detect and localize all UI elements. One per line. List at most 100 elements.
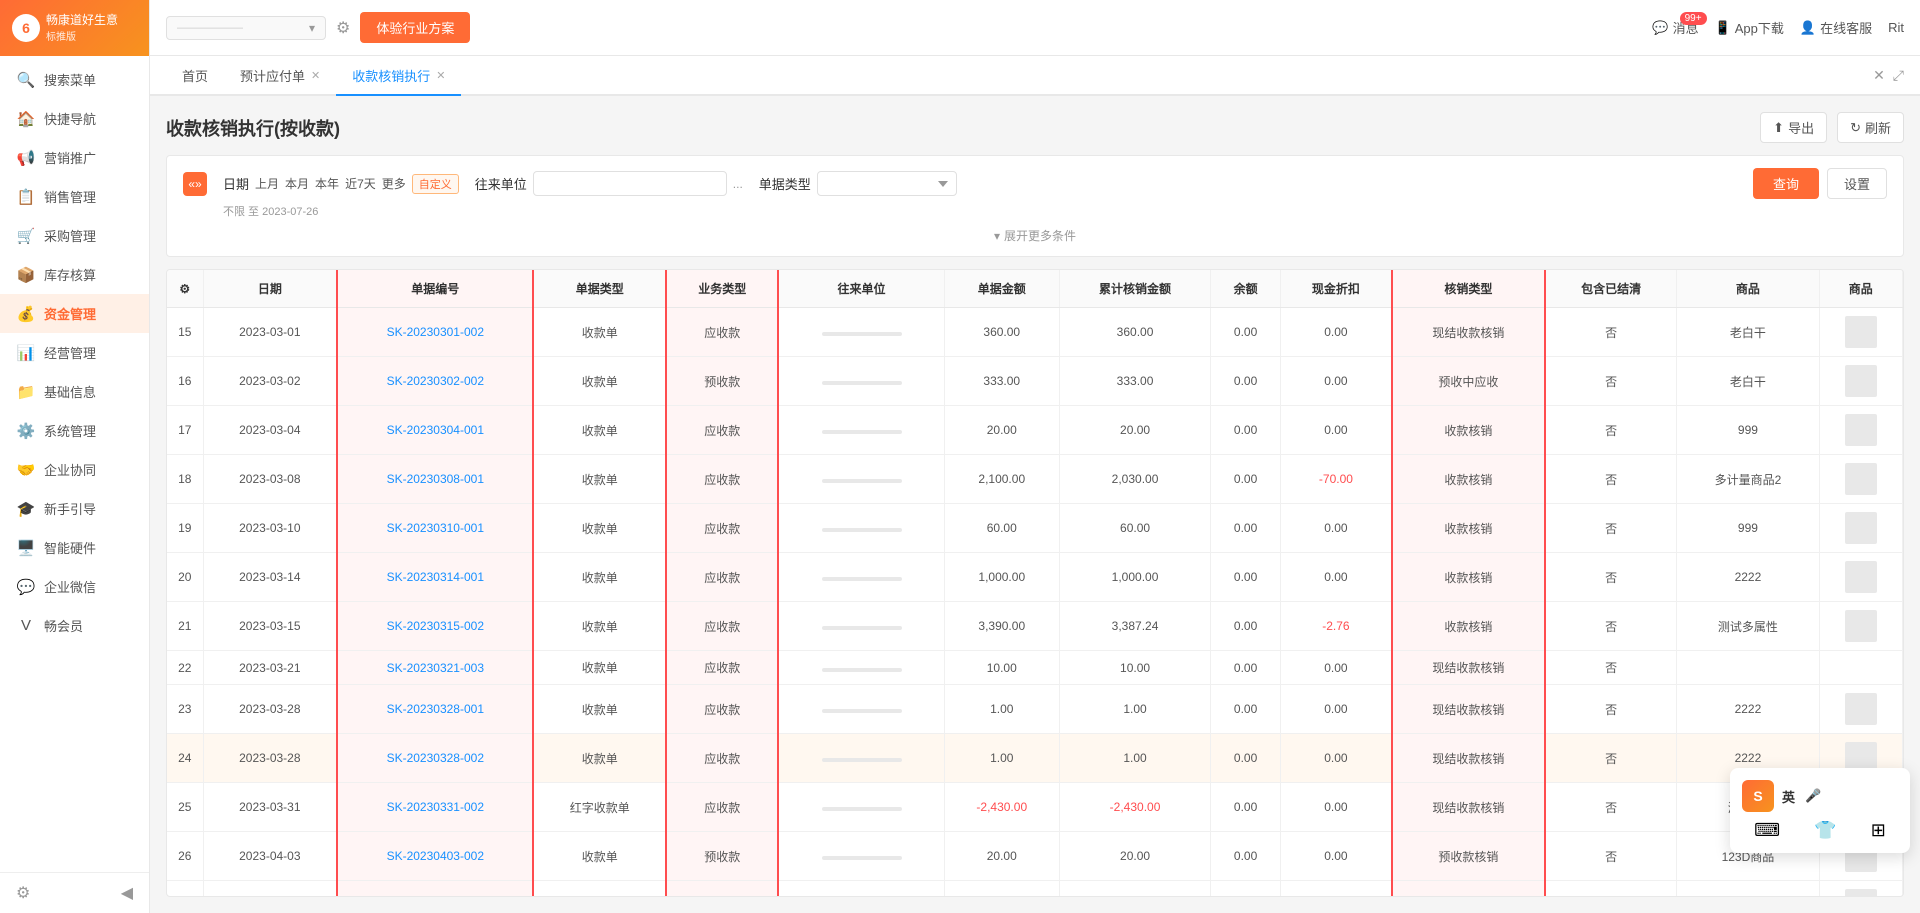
tab-close-pre-orders[interactable]: ✕ — [311, 69, 320, 82]
cell-partner-1 — [778, 357, 944, 406]
table-row: 17 2023-03-04 SK-20230304-001 收款单 应收款 20… — [167, 406, 1903, 455]
bill-no-link-4[interactable]: SK-20230310-001 — [387, 521, 484, 535]
cell-biz-type-8: 应收款 — [666, 685, 778, 734]
expand-tab-btn[interactable]: ⤢ — [1893, 67, 1904, 84]
table-row: 15 2023-03-01 SK-20230301-002 收款单 应收款 36… — [167, 308, 1903, 357]
sidebar-item-finance[interactable]: 💰资金管理 — [0, 294, 149, 333]
cell-included-2: 否 — [1545, 406, 1677, 455]
sidebar-item-sales[interactable]: 📋销售管理 — [0, 177, 149, 216]
cell-id-8: 23 — [167, 685, 203, 734]
bill-no-link-2[interactable]: SK-20230304-001 — [387, 423, 484, 437]
message-btn[interactable]: 💬 消息 99+ — [1652, 18, 1698, 37]
table-row: 19 2023-03-10 SK-20230310-001 收款单 应收款 60… — [167, 504, 1903, 553]
sidebar-item-quick-nav[interactable]: 🏠快捷导航 — [0, 99, 149, 138]
bill-type-label: 单据类型 — [759, 174, 811, 193]
refresh-btn[interactable]: ↻ 刷新 — [1837, 112, 1904, 143]
sidebar-item-inventory[interactable]: 📦库存核算 — [0, 255, 149, 294]
bill-no-link-11[interactable]: SK-20230403-002 — [387, 849, 484, 863]
main-area: —————— ▾ ⚙ 体验行业方案 💬 消息 99+ 📱 App下载 👤 在线客… — [150, 0, 1920, 913]
cell-bill-type-10: 红字收款单 — [533, 783, 666, 832]
cell-included-1: 否 — [1545, 357, 1677, 406]
sidebar-item-operation[interactable]: 📊经营管理 — [0, 333, 149, 372]
more-dates-btn[interactable]: 更多 — [382, 175, 406, 192]
sidebar-item-member[interactable]: V畅会员 — [0, 606, 149, 645]
cell-bill-type-7: 收款单 — [533, 651, 666, 685]
bill-no-link-0[interactable]: SK-20230301-002 — [387, 325, 484, 339]
export-btn[interactable]: ⬆ 导出 — [1760, 112, 1827, 143]
cell-id-9: 24 — [167, 734, 203, 783]
collapse-icon[interactable]: ◀ — [121, 883, 133, 903]
cell-verify-type-8: 现结收款核销 — [1392, 685, 1545, 734]
gear-icon[interactable]: ⚙ — [336, 18, 350, 38]
bill-no-link-3[interactable]: SK-20230308-001 — [387, 472, 484, 486]
settings-icon[interactable]: ⚙ — [16, 883, 30, 903]
bill-no-link-6[interactable]: SK-20230315-002 — [387, 619, 484, 633]
tab-home[interactable]: 首页 — [166, 56, 224, 96]
close-tab-btn[interactable]: ✕ — [1873, 67, 1885, 84]
solution-btn[interactable]: 体验行业方案 — [360, 12, 470, 43]
partner-input[interactable] — [533, 171, 727, 196]
cell-discount-11: 0.00 — [1280, 832, 1391, 881]
last-7-days-btn[interactable]: 近7天 — [345, 175, 376, 192]
sidebar-item-system[interactable]: ⚙️系统管理 — [0, 411, 149, 450]
cell-product1-0: 老白干 — [1677, 308, 1819, 357]
sidebar-item-wechat[interactable]: 💬企业微信 — [0, 567, 149, 606]
expand-conditions-btn[interactable]: ▾ 展开更多条件 — [994, 227, 1076, 244]
sidebar-item-hardware[interactable]: 🖥️智能硬件 — [0, 528, 149, 567]
bill-no-link-10[interactable]: SK-20230331-002 — [387, 800, 484, 814]
message-icon: 💬 — [1652, 20, 1668, 36]
sidebar-label-hardware: 智能硬件 — [44, 538, 96, 557]
this-year-btn[interactable]: 本年 — [315, 175, 339, 192]
cell-balance-10: 0.00 — [1211, 783, 1281, 832]
cell-verified-6: 3,387.24 — [1059, 602, 1210, 651]
app-download-btn[interactable]: 📱 App下载 — [1715, 18, 1784, 37]
bill-type-select[interactable] — [817, 171, 957, 196]
partner-filter: 往来单位 ... — [475, 171, 743, 196]
cell-verify-type-7: 现结收款核销 — [1392, 651, 1545, 685]
shirt-icon[interactable]: 👕 — [1814, 820, 1836, 841]
table-row: 23 2023-03-28 SK-20230328-001 收款单 应收款 1.… — [167, 685, 1903, 734]
setting-btn[interactable]: 设置 — [1827, 168, 1887, 199]
sidebar-item-basic[interactable]: 📁基础信息 — [0, 372, 149, 411]
bill-no-link-7[interactable]: SK-20230321-003 — [387, 661, 484, 675]
sidebar-item-marketing[interactable]: 📢营销推广 — [0, 138, 149, 177]
table-wrapper[interactable]: ⚙ 日期 单据编号 单据类型 业务类型 往来单位 单据金额 累计核销金额 余额 … — [167, 270, 1903, 896]
service-icon: 👤 — [1800, 20, 1816, 36]
grid-icon[interactable]: ⊞ — [1871, 820, 1886, 841]
bill-no-link-1[interactable]: SK-20230302-002 — [387, 374, 484, 388]
bill-no-link-9[interactable]: SK-20230328-002 — [387, 751, 484, 765]
query-btn[interactable]: 查询 — [1753, 168, 1819, 199]
sidebar-item-search[interactable]: 🔍搜索菜单 — [0, 60, 149, 99]
app-selector[interactable]: —————— ▾ — [166, 16, 326, 40]
custom-date-btn[interactable]: 自定义 — [412, 174, 459, 194]
tab-pre-orders[interactable]: 预计应付单✕ — [224, 56, 336, 96]
bill-no-link-5[interactable]: SK-20230314-001 — [387, 570, 484, 584]
cell-date-0: 2023-03-01 — [203, 308, 337, 357]
cell-partner-11 — [778, 832, 944, 881]
keyboard-icon[interactable]: ⌨ — [1754, 820, 1780, 841]
online-service-btn[interactable]: 👤 在线客服 — [1800, 18, 1872, 37]
sidebar-item-purchase[interactable]: 🛒采购管理 — [0, 216, 149, 255]
message-badge: 99+ — [1680, 12, 1707, 25]
cell-biz-type-2: 应收款 — [666, 406, 778, 455]
sidebar-item-guide[interactable]: 🎓新手引导 — [0, 489, 149, 528]
cell-discount-7: 0.00 — [1280, 651, 1391, 685]
this-month-btn[interactable]: 本月 — [285, 175, 309, 192]
filter-collapse-btn[interactable]: «» — [183, 172, 207, 196]
sidebar-item-cooperation[interactable]: 🤝企业协同 — [0, 450, 149, 489]
partner-more[interactable]: ... — [733, 177, 743, 191]
cell-verified-2: 20.00 — [1059, 406, 1210, 455]
sidebar-icon-member: V — [16, 617, 36, 634]
last-month-btn[interactable]: 上月 — [255, 175, 279, 192]
tab-collection-verify[interactable]: 收款核销执行✕ — [336, 56, 461, 96]
col-settings[interactable]: ⚙ — [167, 270, 203, 308]
cell-id-3: 18 — [167, 455, 203, 504]
float-mic-icon[interactable]: 🎤 — [1805, 788, 1821, 804]
cell-balance-8: 0.00 — [1211, 685, 1281, 734]
bill-no-link-8[interactable]: SK-20230328-001 — [387, 702, 484, 716]
cell-verify-type-11: 预收款核销 — [1392, 832, 1545, 881]
tab-close-collection-verify[interactable]: ✕ — [436, 69, 445, 82]
cell-biz-type-5: 应收款 — [666, 553, 778, 602]
cell-partner-9 — [778, 734, 944, 783]
bill-type-filter: 单据类型 — [759, 171, 957, 196]
